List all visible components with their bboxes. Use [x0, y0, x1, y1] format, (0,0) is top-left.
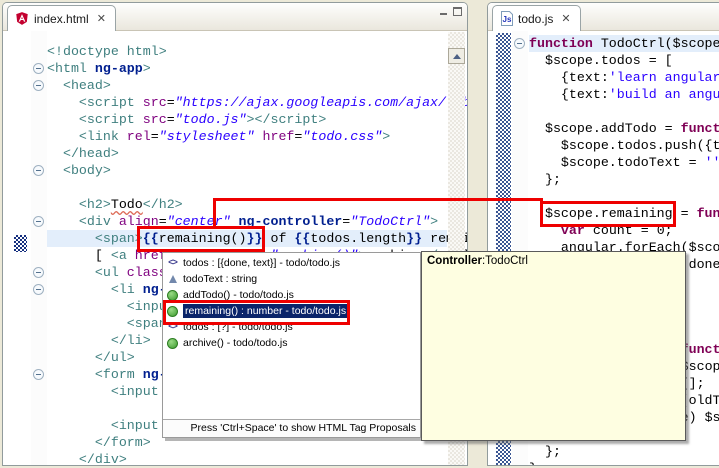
method-icon [166, 290, 179, 301]
proposal-item-5[interactable]: archive() - todo/todo.js [163, 335, 420, 351]
proposal-label: remaining() : number - todo/todo.js [183, 304, 348, 318]
fold-minus-icon[interactable] [33, 63, 44, 74]
tooltip-title: Controller [427, 255, 482, 267]
angular-icon [15, 11, 29, 26]
code-line: <head> [47, 77, 447, 94]
content-assist-list: <> todos : [{done, text}] - todo/todo.js t… [163, 253, 420, 351]
proposal-label: todos : [?] - todo/todo.js [183, 321, 293, 333]
fold-minus-icon[interactable] [514, 38, 525, 49]
code-line: <div align="center" ng-controller="TodoC… [47, 213, 447, 230]
code-line: <span>{{remaining()}} of {{todos.length}… [47, 230, 447, 247]
tooltip-value: :TodoCtrl [482, 255, 528, 267]
code-line [47, 179, 447, 196]
brackets-icon: <> [166, 258, 179, 268]
code-line: function TodoCtrl($scope) { [529, 35, 719, 52]
code-line: <script src="todo.js"></script> [47, 111, 447, 128]
proposal-item-3[interactable]: remaining() : number - todo/todo.js [163, 303, 420, 319]
left-tabbar: index.html ✕ [3, 3, 467, 31]
code-line: }; [529, 443, 719, 460]
code-line: <h2>Todo</h2> [47, 196, 447, 213]
fold-minus-icon[interactable] [33, 165, 44, 176]
proposal-item-2[interactable]: addTodo() - todo/todo.js [163, 287, 420, 303]
hover-tooltip: Controller:TodoCtrl [421, 251, 686, 441]
annotation-ruler [3, 31, 32, 465]
right-tabbar: Js todo.js ✕ [488, 3, 719, 31]
code-line: {text:'learn angular', done:true}, [529, 69, 719, 86]
proposal-item-1[interactable]: todoText : string [163, 271, 420, 287]
brackets-icon: <> [166, 322, 179, 332]
code-line: <link rel="stylesheet" href="todo.css"> [47, 128, 447, 145]
proposal-label: archive() - todo/todo.js [183, 337, 287, 349]
fold-minus-icon[interactable] [33, 284, 44, 295]
code-line: $scope.remaining = function() { [529, 205, 719, 222]
occurrence-marker [14, 235, 27, 252]
code-line [529, 188, 719, 205]
tab-index-html[interactable]: index.html ✕ [7, 5, 116, 31]
js-file-icon: Js [500, 11, 513, 26]
minimize-icon[interactable] [439, 7, 448, 16]
maximize-icon[interactable] [453, 7, 462, 16]
eclipse-workbench: index.html ✕ <!doctype html><html ng-app… [0, 0, 719, 468]
close-icon[interactable]: ✕ [97, 12, 106, 25]
fold-minus-icon[interactable] [33, 80, 44, 91]
code-line: <html ng-app> [47, 60, 447, 77]
code-line: $scope.todoText = ''; [529, 154, 719, 171]
tab-label: todo.js [518, 12, 553, 26]
tab-todo-js[interactable]: Js todo.js ✕ [492, 5, 581, 31]
panel-window-buttons [439, 7, 462, 16]
field-icon [166, 275, 179, 283]
proposal-label: todoText : string [183, 273, 257, 285]
method-icon [166, 338, 179, 349]
code-line: }; [529, 171, 719, 188]
code-line: </head> [47, 145, 447, 162]
close-icon[interactable]: ✕ [561, 12, 570, 25]
proposal-item-0[interactable]: <> todos : [{done, text}] - todo/todo.js [163, 255, 420, 271]
code-line: $scope.addTodo = function() { [529, 120, 719, 137]
proposal-label: todos : [{done, text}] - todo/todo.js [183, 257, 340, 269]
method-icon [166, 306, 179, 317]
proposal-label: addTodo() - todo/todo.js [183, 289, 294, 301]
scroll-up-button[interactable] [448, 48, 465, 64]
svg-text:Js: Js [503, 15, 512, 24]
content-assist-footer: Press 'Ctrl+Space' to show HTML Tag Prop… [163, 419, 420, 437]
fold-ruler [31, 31, 47, 465]
fold-minus-icon[interactable] [33, 369, 44, 380]
content-assist-popup: <> todos : [{done, text}] - todo/todo.js t… [162, 252, 421, 438]
tab-label: index.html [34, 12, 89, 26]
code-line: {text:'build an angular app', done:false… [529, 86, 719, 103]
code-line [529, 103, 719, 120]
code-line: } [529, 460, 719, 465]
fold-minus-icon[interactable] [33, 216, 44, 227]
code-line: <!doctype html> [47, 43, 447, 60]
code-line: <body> [47, 162, 447, 179]
code-line: $scope.todos = [ [529, 52, 719, 69]
code-line: </div> [47, 451, 447, 465]
code-line: var count = 0; [529, 222, 719, 239]
code-line: $scope.todos.push({text:$scope.todoText,… [529, 137, 719, 154]
code-line: <script src="https://ajax.googleapis.com… [47, 94, 447, 111]
fold-minus-icon[interactable] [33, 267, 44, 278]
proposal-item-4[interactable]: <> todos : [?] - todo/todo.js [163, 319, 420, 335]
